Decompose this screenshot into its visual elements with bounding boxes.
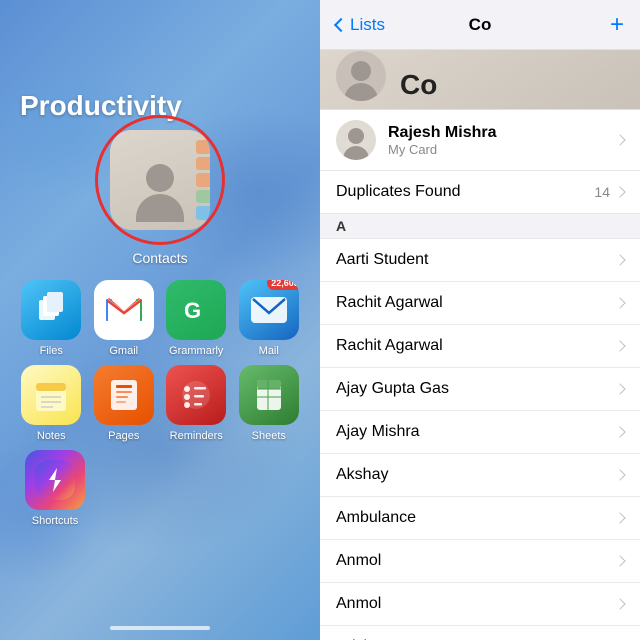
back-button[interactable]: Lists <box>336 15 385 35</box>
contact-name: Anmol <box>336 595 381 613</box>
left-panel: Productivity <box>0 0 320 640</box>
grammarly-icon: G <box>166 280 226 340</box>
notes-app[interactable]: Notes <box>21 365 81 442</box>
back-label: Lists <box>350 15 385 35</box>
my-card-avatar <box>336 120 376 160</box>
right-panel: Lists Co + Co Rajesh Mishra My Card D <box>320 0 640 640</box>
files-icon <box>21 280 81 340</box>
duplicates-right: 14 <box>594 184 624 200</box>
reminders-label: Reminders <box>170 430 223 442</box>
contact-row[interactable]: Krishna Anty <box>320 626 640 640</box>
duplicates-row[interactable]: Duplicates Found 14 <box>320 171 640 214</box>
gmail-label: Gmail <box>109 345 138 357</box>
app-row-3: Shortcuts <box>15 450 305 527</box>
contact-silhouette <box>136 164 184 222</box>
contact-row[interactable]: Anmol <box>320 540 640 583</box>
chevron-left-icon <box>334 17 348 31</box>
contact-name: Akshay <box>336 466 388 484</box>
app-row-2: Notes Pages <box>15 365 305 442</box>
header-title: Co <box>469 15 492 35</box>
contact-row[interactable]: Aarti Student <box>320 239 640 282</box>
contact-row[interactable]: Akshay <box>320 454 640 497</box>
my-card-subtitle: My Card <box>388 142 616 157</box>
duplicates-count: 14 <box>594 184 610 200</box>
large-contacts-header-area: Co <box>320 50 640 110</box>
gmail-icon <box>94 280 154 340</box>
contact-row[interactable]: Ajay Gupta Gas <box>320 368 640 411</box>
files-label: Files <box>40 345 63 357</box>
contact-name: Rachit Agarwal <box>336 337 443 355</box>
contact-name: Aarti Student <box>336 251 429 269</box>
sheets-label: Sheets <box>252 430 286 442</box>
contacts-tabs <box>196 140 210 220</box>
contact-chevron <box>614 340 625 351</box>
contact-chevron <box>614 426 625 437</box>
files-app[interactable]: Files <box>21 280 81 357</box>
mail-app[interactable]: 22,603 Mail <box>239 280 299 357</box>
my-card-row[interactable]: Rajesh Mishra My Card <box>320 110 640 171</box>
app-row-1: Files Gmail G Gram <box>15 280 305 357</box>
contact-chevron <box>614 297 625 308</box>
contact-chevron <box>614 469 625 480</box>
contact-name: Ajay Mishra <box>336 423 420 441</box>
notes-icon <box>21 365 81 425</box>
duplicates-chevron <box>614 186 625 197</box>
contacts-app-highlighted[interactable]: Contacts <box>95 115 225 266</box>
contacts-header: Lists Co + <box>320 0 640 50</box>
svg-text:G: G <box>184 298 201 323</box>
large-contact-avatar <box>336 51 386 101</box>
shortcuts-app[interactable]: Shortcuts <box>25 450 85 527</box>
contact-chevron <box>614 512 625 523</box>
my-card-chevron <box>614 134 625 145</box>
mail-icon: 22,603 <box>239 280 299 340</box>
contact-chevron <box>614 254 625 265</box>
mail-badge: 22,603 <box>267 280 299 290</box>
duplicates-label: Duplicates Found <box>336 183 461 201</box>
sheets-app[interactable]: Sheets <box>239 365 299 442</box>
notes-label: Notes <box>37 430 66 442</box>
contact-row[interactable]: Anmol <box>320 583 640 626</box>
partial-contacts-title: Co <box>400 69 437 101</box>
pages-label: Pages <box>108 430 139 442</box>
shortcuts-icon <box>25 450 85 510</box>
contact-row[interactable]: Rachit Agarwal <box>320 282 640 325</box>
pages-app[interactable]: Pages <box>94 365 154 442</box>
contact-chevron <box>614 598 625 609</box>
add-contact-button[interactable]: + <box>610 11 624 39</box>
contact-chevron <box>614 555 625 566</box>
contacts-list: Aarti Student Rachit Agarwal Rachit Agar… <box>320 239 640 640</box>
contacts-circle <box>95 115 225 245</box>
contact-name: Ajay Gupta Gas <box>336 380 449 398</box>
contact-row[interactable]: Rachit Agarwal <box>320 325 640 368</box>
contact-name: Rachit Agarwal <box>336 294 443 312</box>
contact-name: Anmol <box>336 552 381 570</box>
reminders-icon <box>166 365 226 425</box>
gmail-app[interactable]: Gmail <box>94 280 154 357</box>
shortcuts-label: Shortcuts <box>32 515 78 527</box>
contacts-icon <box>110 130 210 230</box>
my-card-name: Rajesh Mishra <box>388 124 616 142</box>
grammarly-label: Grammarly <box>169 345 223 357</box>
sheets-icon <box>239 365 299 425</box>
contact-row[interactable]: Ajay Mishra <box>320 411 640 454</box>
pages-icon <box>94 365 154 425</box>
grammarly-app[interactable]: G Grammarly <box>166 280 226 357</box>
home-indicator <box>110 626 210 630</box>
section-header-a: A <box>320 214 640 239</box>
contacts-app-label: Contacts <box>132 250 187 266</box>
mail-label: Mail <box>259 345 279 357</box>
my-card-info: Rajesh Mishra My Card <box>388 124 616 157</box>
reminders-app[interactable]: Reminders <box>166 365 226 442</box>
contact-row[interactable]: Ambulance <box>320 497 640 540</box>
contact-chevron <box>614 383 625 394</box>
contact-name: Ambulance <box>336 509 416 527</box>
